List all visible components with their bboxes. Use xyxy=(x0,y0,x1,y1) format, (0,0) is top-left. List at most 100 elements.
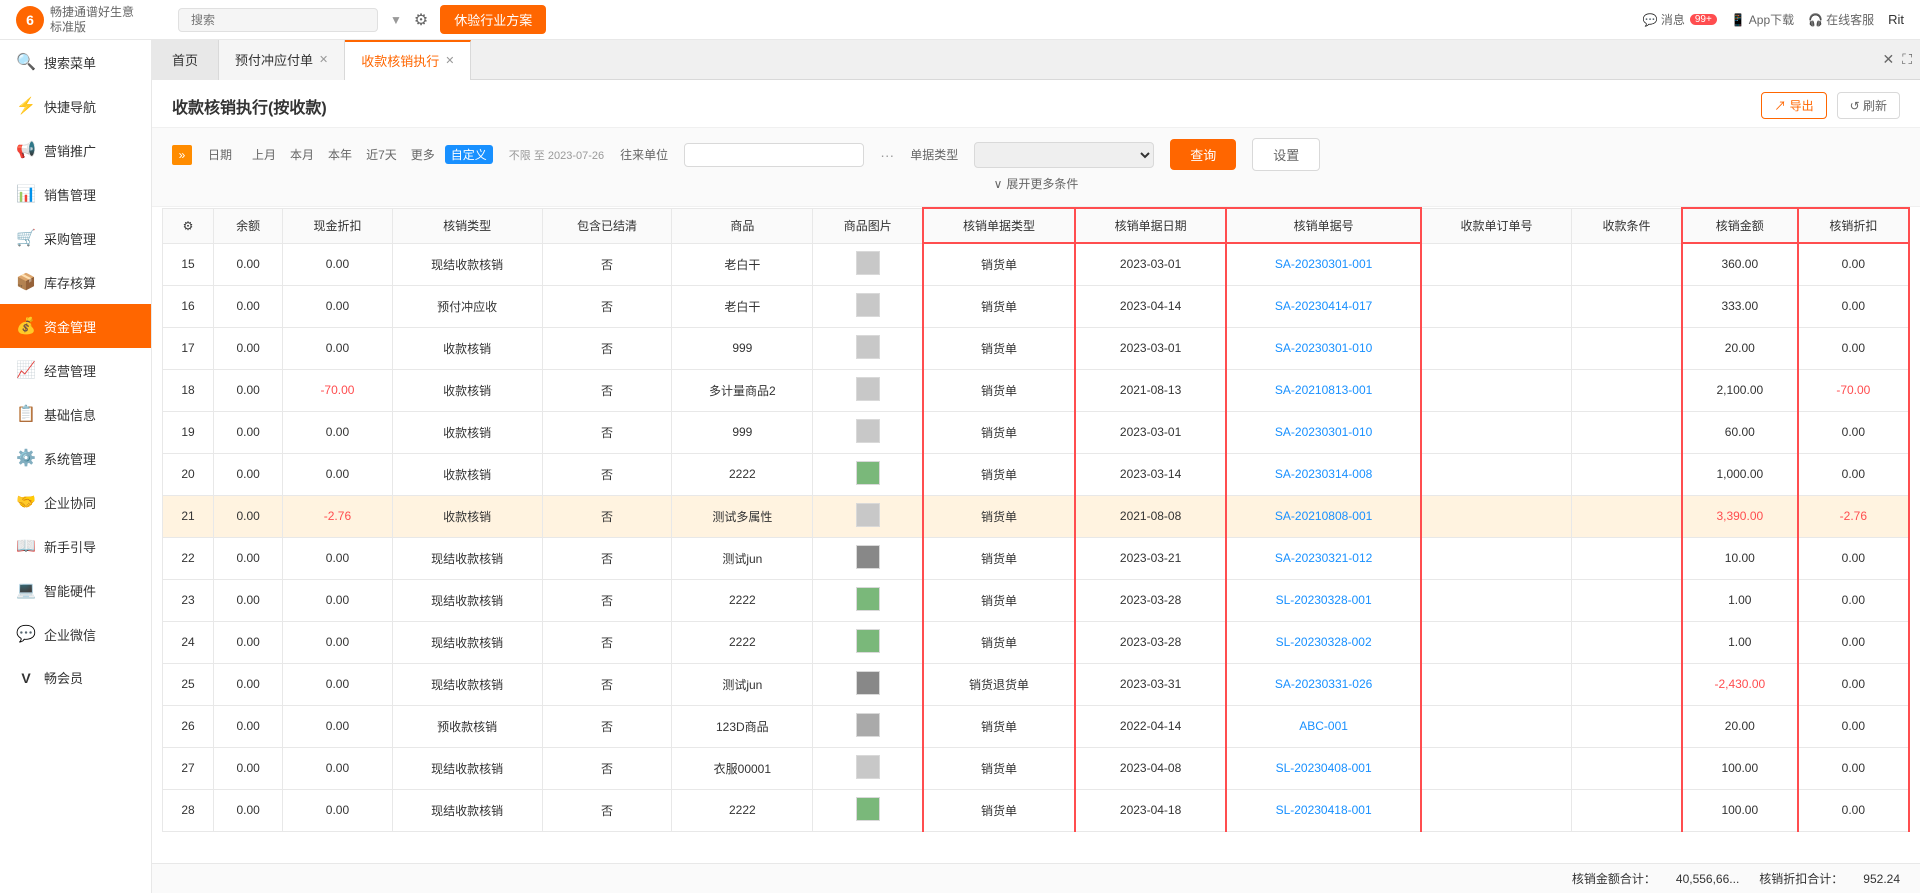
date-btn-this-year[interactable]: 本年 xyxy=(324,144,356,165)
table-container[interactable]: ⚙ 余额 现金折扣 核销类型 包含已结清 商品 商品图片 核销单据类型 核销单据… xyxy=(152,207,1920,863)
cell-doc-no[interactable]: SA-20230301-010 xyxy=(1226,411,1420,453)
cell-doc-no[interactable]: SL-20230408-001 xyxy=(1226,747,1420,789)
inventory-icon: 📦 xyxy=(16,272,36,292)
doc-no-link[interactable]: SA-20210808-001 xyxy=(1275,509,1372,523)
doc-no-link[interactable]: SA-20210813-001 xyxy=(1275,383,1372,397)
export-icon: ↗ xyxy=(1774,99,1786,113)
cell-doc-no[interactable]: SA-20230301-001 xyxy=(1226,243,1420,285)
sidebar-item-basic[interactable]: 📋 基础信息 xyxy=(0,392,151,436)
tab-write-off[interactable]: 收款核销执行 ✕ xyxy=(345,40,471,80)
date-btn-more[interactable]: 更多 xyxy=(407,144,439,165)
cell-doc-no[interactable]: SA-20230314-008 xyxy=(1226,453,1420,495)
expand-conditions-button[interactable]: ∨ 展开更多条件 xyxy=(172,171,1900,196)
doc-no-link[interactable]: SA-20230314-008 xyxy=(1275,467,1372,481)
cell-discount: 0.00 xyxy=(1798,327,1909,369)
content-area: 首页 预付冲应付单 ✕ 收款核销执行 ✕ ✕ ⛶ 收款核销执行(按收款) ↗ xyxy=(152,40,1920,893)
th-settings[interactable]: ⚙ xyxy=(163,208,214,243)
chevron-down-icon: ▼ xyxy=(390,13,402,27)
doc-type-select[interactable] xyxy=(974,142,1154,168)
cell-settled: 否 xyxy=(542,285,672,327)
doc-no-link[interactable]: SA-20230414-017 xyxy=(1275,299,1372,313)
doc-no-link[interactable]: SA-20230301-010 xyxy=(1275,425,1372,439)
online-service-item[interactable]: 🎧 在线客服 xyxy=(1808,11,1874,28)
cell-product: 老白干 xyxy=(672,285,813,327)
sidebar-item-management[interactable]: 📈 经营管理 xyxy=(0,348,151,392)
doc-no-link[interactable]: SL-20230328-001 xyxy=(1276,593,1372,607)
cell-doc-no[interactable]: SL-20230328-001 xyxy=(1226,579,1420,621)
sidebar-item-system[interactable]: ⚙️ 系统管理 xyxy=(0,436,151,480)
search-input[interactable] xyxy=(178,8,378,32)
cell-doc-no[interactable]: SA-20230414-017 xyxy=(1226,285,1420,327)
doc-no-link[interactable]: SL-20230418-001 xyxy=(1276,803,1372,817)
filter-expand-button[interactable]: » xyxy=(172,145,192,165)
query-button[interactable]: 查询 xyxy=(1170,139,1236,170)
sidebar-item-hardware[interactable]: 💻 智能硬件 xyxy=(0,568,151,612)
cell-product-img xyxy=(813,621,923,663)
export-button[interactable]: ↗ 导出 xyxy=(1761,92,1826,119)
date-btn-7days[interactable]: 近7天 xyxy=(362,144,401,165)
table-row: 23 0.00 0.00 现结收款核销 否 2222 销货单 2023-03-2… xyxy=(163,579,1910,621)
doc-no-link[interactable]: ABC-001 xyxy=(1299,719,1348,733)
app-download-item[interactable]: 📱 App下载 xyxy=(1731,11,1794,28)
cell-doc-no[interactable]: SA-20210808-001 xyxy=(1226,495,1420,537)
cell-doc-no[interactable]: SL-20230328-002 xyxy=(1226,621,1420,663)
tab-close-all-icon[interactable]: ✕ xyxy=(1882,51,1894,68)
cell-no: 17 xyxy=(163,327,214,369)
cell-doc-no[interactable]: SL-20230418-001 xyxy=(1226,789,1420,831)
sidebar-item-sales[interactable]: 📊 销售管理 xyxy=(0,172,151,216)
cell-doc-no[interactable]: ABC-001 xyxy=(1226,705,1420,747)
settings-button[interactable]: 设置 xyxy=(1252,138,1320,171)
message-icon: 💬 xyxy=(1643,13,1658,27)
date-btn-last-month[interactable]: 上月 xyxy=(248,144,280,165)
cell-amount: -2,430.00 xyxy=(1682,663,1798,705)
tab-home[interactable]: 首页 xyxy=(152,40,219,80)
cell-doc-no[interactable]: SA-20230331-026 xyxy=(1226,663,1420,705)
doc-no-link[interactable]: SL-20230408-001 xyxy=(1276,761,1372,775)
cell-pay-cond xyxy=(1572,621,1682,663)
doc-no-link[interactable]: SA-20230331-026 xyxy=(1275,677,1372,691)
refresh-button[interactable]: ↺ 刷新 xyxy=(1837,92,1900,119)
tab-write-off-close[interactable]: ✕ xyxy=(445,54,454,67)
sidebar-item-wechat[interactable]: 💬 企业微信 xyxy=(0,612,151,656)
sidebar-item-vip[interactable]: V 畅会员 xyxy=(0,656,151,699)
cell-doc-type: 销货退货单 xyxy=(923,663,1075,705)
tab-prepay[interactable]: 预付冲应付单 ✕ xyxy=(219,40,345,80)
cell-doc-no[interactable]: SA-20230321-012 xyxy=(1226,537,1420,579)
cell-order-no xyxy=(1421,453,1572,495)
industry-btn[interactable]: 休验行业方案 xyxy=(440,5,546,34)
settings-icon[interactable]: ⚙ xyxy=(414,10,428,30)
cell-product-img xyxy=(813,369,923,411)
cell-product-img xyxy=(813,327,923,369)
cell-discount: 0.00 xyxy=(1798,705,1909,747)
doc-no-link[interactable]: SA-20230321-012 xyxy=(1275,551,1372,565)
doc-no-link[interactable]: SA-20230301-010 xyxy=(1275,341,1372,355)
cell-doc-no[interactable]: SA-20210813-001 xyxy=(1226,369,1420,411)
sidebar-item-marketing[interactable]: 📢 营销推广 xyxy=(0,128,151,172)
cell-amount: 1.00 xyxy=(1682,579,1798,621)
sidebar-item-inventory[interactable]: 📦 库存核算 xyxy=(0,260,151,304)
table-row: 22 0.00 0.00 现结收款核销 否 测试jun 销货单 2023-03-… xyxy=(163,537,1910,579)
doc-no-link[interactable]: SL-20230328-002 xyxy=(1276,635,1372,649)
message-item[interactable]: 💬 消息 99+ xyxy=(1643,11,1717,28)
sidebar-item-purchase[interactable]: 🛒 采购管理 xyxy=(0,216,151,260)
headset-icon: 🎧 xyxy=(1808,13,1823,27)
sidebar-item-search[interactable]: 🔍 搜索菜单 xyxy=(0,40,151,84)
sidebar-item-finance[interactable]: 💰 资金管理 xyxy=(0,304,151,348)
cell-cash-discount: 0.00 xyxy=(283,285,393,327)
sidebar-item-quicknav[interactable]: ⚡ 快捷导航 xyxy=(0,84,151,128)
cell-doc-no[interactable]: SA-20230301-010 xyxy=(1226,327,1420,369)
tab-prepay-close[interactable]: ✕ xyxy=(319,53,328,66)
date-btn-this-month[interactable]: 本月 xyxy=(286,144,318,165)
sidebar-label-system: 系统管理 xyxy=(44,449,96,468)
sidebar-item-guide[interactable]: 📖 新手引导 xyxy=(0,524,151,568)
date-custom-button[interactable]: 自定义 xyxy=(445,145,493,164)
cell-pay-cond xyxy=(1572,327,1682,369)
doc-no-link[interactable]: SA-20230301-001 xyxy=(1275,257,1372,271)
table-row: 20 0.00 0.00 收款核销 否 2222 销货单 2023-03-14 … xyxy=(163,453,1910,495)
column-settings-icon[interactable]: ⚙ xyxy=(183,219,194,233)
cell-no: 21 xyxy=(163,495,214,537)
tab-expand-icon[interactable]: ⛶ xyxy=(1902,51,1912,68)
partner-input[interactable] xyxy=(684,143,864,167)
sidebar-item-collab[interactable]: 🤝 企业协同 xyxy=(0,480,151,524)
cell-discount: 0.00 xyxy=(1798,579,1909,621)
